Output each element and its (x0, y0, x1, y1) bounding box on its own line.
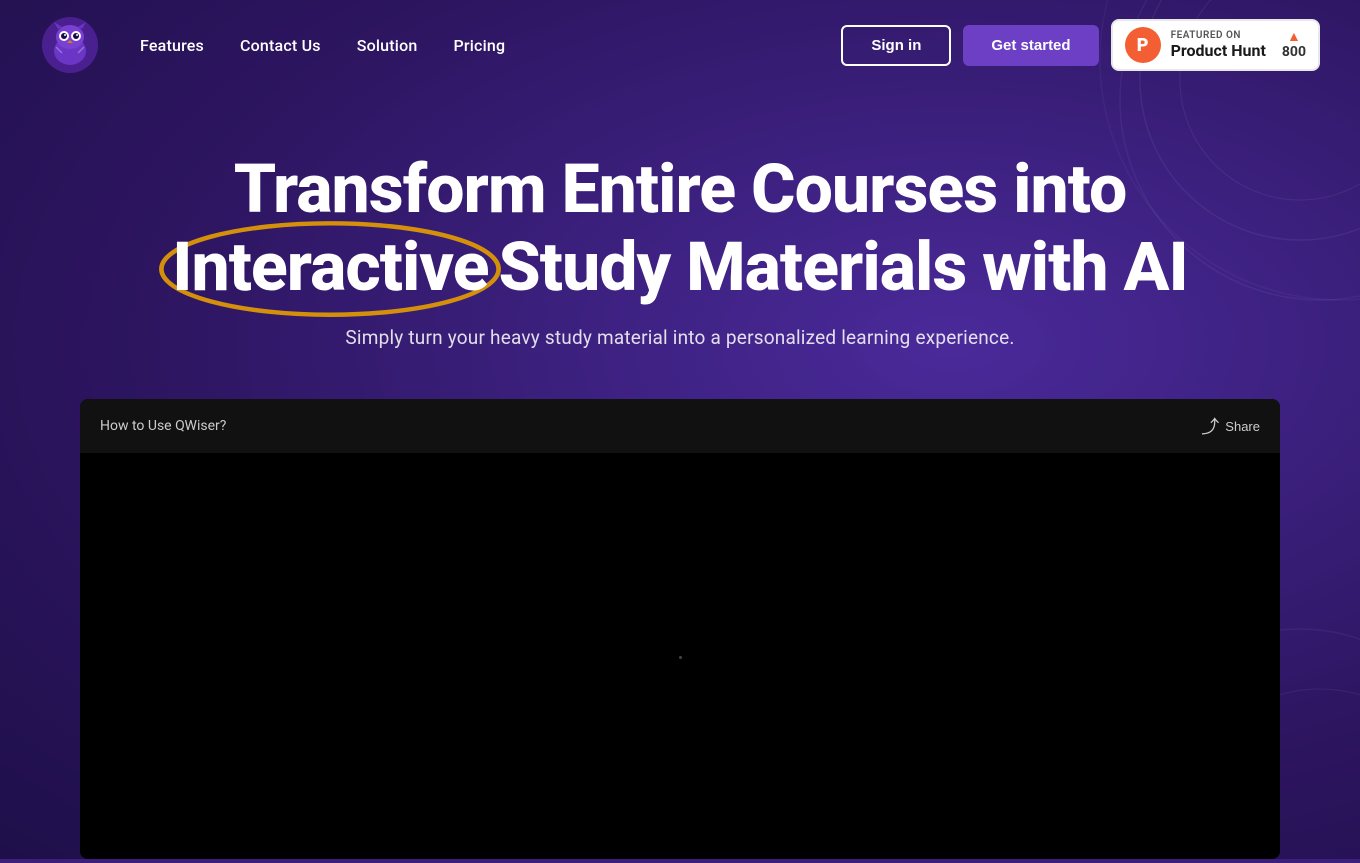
getstarted-button[interactable]: Get started (963, 25, 1098, 66)
signin-button[interactable]: Sign in (841, 25, 951, 66)
video-player-area[interactable] (80, 453, 1280, 859)
nav-item-contact[interactable]: Contact Us (240, 36, 321, 55)
contact-link[interactable]: Contact Us (240, 36, 321, 55)
video-top-bar: How to Use QWiser? ⤴ Share (80, 399, 1280, 453)
hero-title-line2: Interactive Study Materials with AI (40, 228, 1320, 306)
product-hunt-text: FEATURED ON Product Hunt (1171, 30, 1266, 60)
nav-item-solution[interactable]: Solution (357, 36, 418, 55)
product-hunt-badge[interactable]: P FEATURED ON Product Hunt ▲ 800 (1111, 19, 1320, 71)
hero-title-line1: Transform Entire Courses into (40, 150, 1320, 228)
hero-subtitle: Simply turn your heavy study material in… (40, 326, 1320, 349)
nav-left: Features Contact Us Solution Pricing (40, 15, 505, 75)
ph-count: ▲ 800 (1282, 30, 1306, 60)
ph-featured-on-label: FEATURED ON (1171, 30, 1266, 41)
hero-section: Transform Entire Courses into Interactiv… (0, 90, 1360, 379)
nav-links: Features Contact Us Solution Pricing (140, 36, 505, 55)
product-hunt-icon: P (1125, 27, 1161, 63)
video-section[interactable]: How to Use QWiser? ⤴ Share (80, 399, 1280, 859)
ph-arrow-icon: ▲ (1287, 30, 1301, 44)
hero-interactive-wrap: Interactive (172, 228, 488, 306)
ph-vote-count: 800 (1282, 44, 1306, 60)
nav-item-features[interactable]: Features (140, 36, 204, 55)
share-icon: ⤴ (1201, 413, 1219, 439)
video-title: How to Use QWiser? (100, 418, 226, 434)
logo-link[interactable] (40, 15, 100, 75)
navbar: Features Contact Us Solution Pricing Sig… (0, 0, 1360, 90)
nav-item-pricing[interactable]: Pricing (453, 36, 505, 55)
hero-title: Transform Entire Courses into Interactiv… (40, 150, 1320, 306)
ph-name-label: Product Hunt (1171, 41, 1266, 60)
hero-interactive-word: Interactive (172, 227, 488, 307)
video-loading-dot (679, 656, 682, 659)
logo-icon (40, 15, 100, 75)
nav-right: Sign in Get started P FEATURED ON Produc… (841, 19, 1320, 71)
features-link[interactable]: Features (140, 36, 204, 55)
video-share-label: Share (1225, 419, 1260, 434)
pricing-link[interactable]: Pricing (453, 36, 505, 55)
hero-title-rest: Study Materials with AI (499, 228, 1188, 306)
solution-link[interactable]: Solution (357, 36, 418, 55)
video-share-button[interactable]: ⤴ Share (1201, 413, 1260, 439)
